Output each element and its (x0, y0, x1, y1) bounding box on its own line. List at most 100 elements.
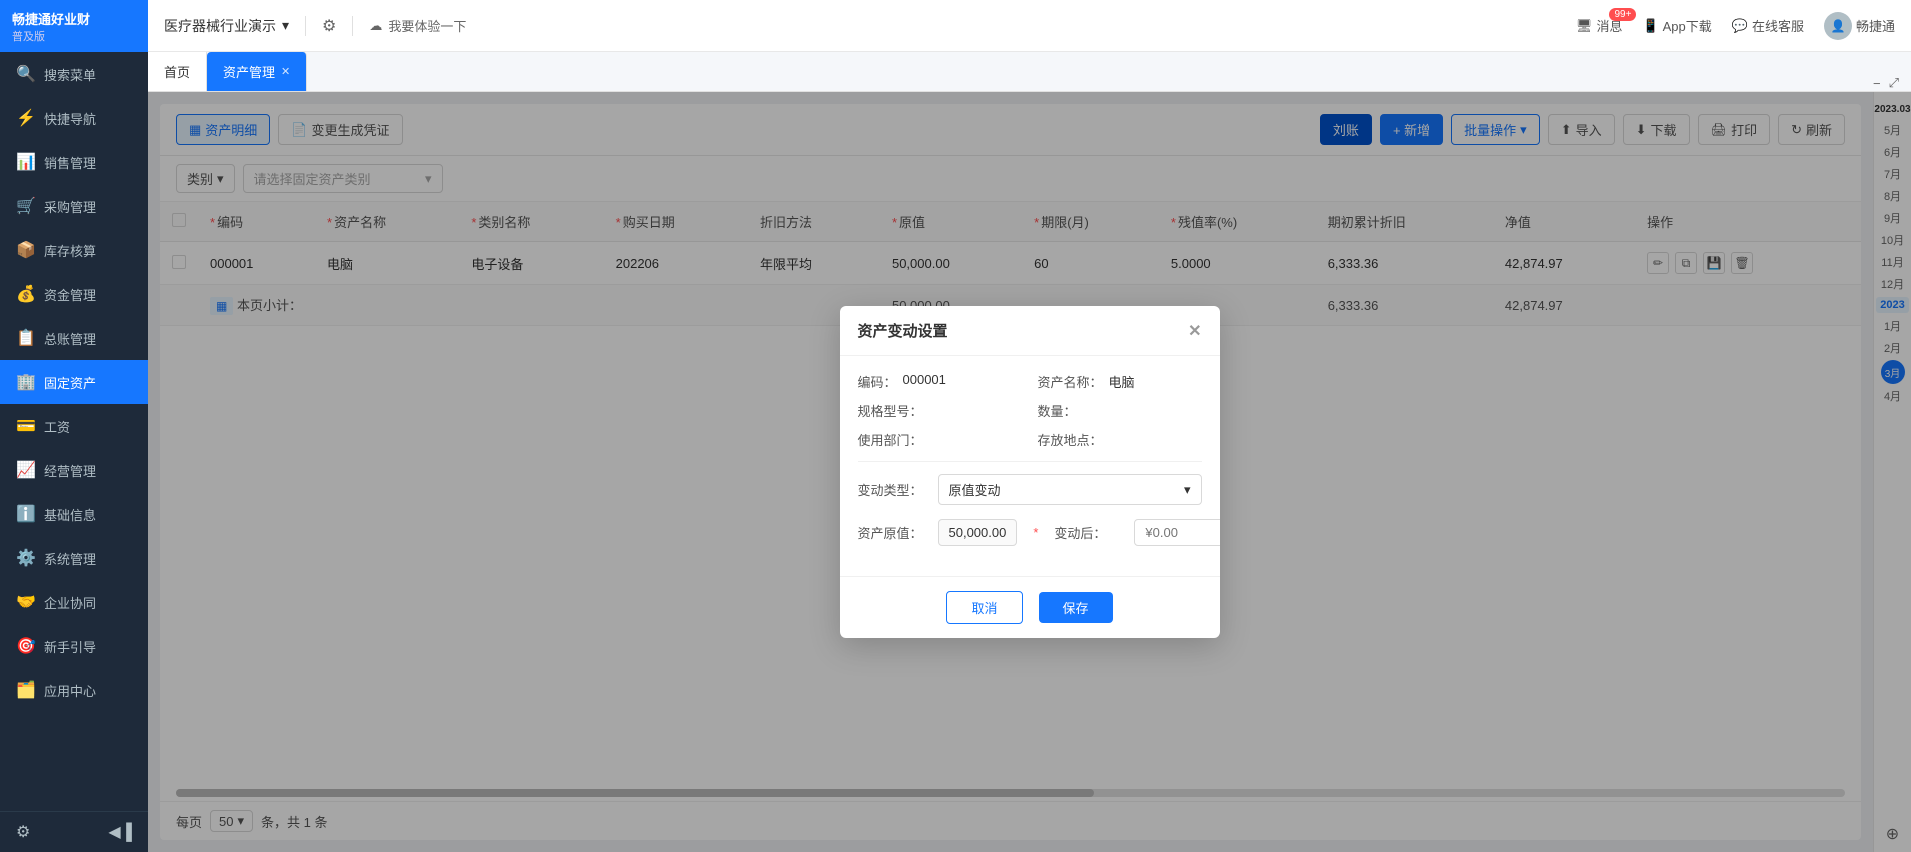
system-icon: ⚙️ (16, 548, 34, 568)
original-value-control: 50,000.00 (938, 519, 1018, 546)
dialog-code: 编码： 000001 (858, 372, 1022, 391)
sidebar-item-sales[interactable]: 📊 销售管理 (0, 140, 148, 184)
dialog-change-type-row: 变动类型： 原值变动 ▾ (858, 474, 1202, 505)
cloud-icon: ☁ (369, 18, 382, 34)
sidebar-item-operations[interactable]: 📈 经营管理 (0, 448, 148, 492)
sidebar-item-collab[interactable]: 🤝 企业协同 (0, 580, 148, 624)
sidebar-item-search[interactable]: 🔍 搜索菜单 (0, 52, 148, 96)
original-value-display: 50,000.00 (938, 519, 1018, 546)
sidebar-item-label: 经营管理 (44, 461, 96, 480)
user-profile[interactable]: 👤 畅捷通 (1824, 12, 1895, 40)
dialog-overlay: 资产变动设置 ✕ 编码： 000001 资产名称： 电脑 (148, 92, 1911, 852)
sidebar-item-label: 工资 (44, 417, 70, 436)
company-name: 医疗器械行业演示 (164, 16, 276, 36)
save-button[interactable]: 保存 (1039, 592, 1113, 623)
sales-icon: 📊 (16, 152, 34, 172)
sidebar-item-app-center[interactable]: 🗂️ 应用中心 (0, 668, 148, 712)
sidebar-item-label: 企业协同 (44, 593, 96, 612)
change-type-control: 原值变动 ▾ (938, 474, 1202, 505)
cancel-button[interactable]: 取消 (946, 591, 1022, 624)
purchase-icon: 🛒 (16, 196, 34, 216)
minimize-icon[interactable]: − (1873, 76, 1881, 91)
after-change-input[interactable] (1134, 519, 1219, 546)
change-type-value: 原值变动 (949, 480, 1001, 499)
tabbar-right: − ⤢ (1861, 75, 1911, 91)
asset-change-dialog: 资产变动设置 ✕ 编码： 000001 资产名称： 电脑 (840, 306, 1220, 638)
dialog-footer: 取消 保存 (840, 576, 1220, 638)
dialog-location: 存放地点： (1038, 430, 1202, 449)
message-btn[interactable]: 🖥 消息 99+ (1576, 16, 1623, 35)
dialog-model: 规格型号： (858, 401, 1022, 420)
sidebar-item-label: 总账管理 (44, 329, 96, 348)
app-title: 畅捷通好业财 (12, 9, 90, 28)
app-center-icon: 🗂️ (16, 680, 34, 700)
inventory-icon: 📦 (16, 240, 34, 260)
dialog-divider (858, 461, 1202, 462)
dialog-original-value-row: 资产原值： 50,000.00 * 变动后： (858, 519, 1202, 546)
sidebar-item-label: 应用中心 (44, 681, 96, 700)
finance-icon: 💰 (16, 284, 34, 304)
app-subtitle: 普及版 (12, 28, 90, 44)
topbar: 医疗器械行业演示 ▾ ⚙ ☁ 我要体验一下 🖥 消息 99+ 📱 App下载 💬… (148, 0, 1911, 52)
sidebar-logo: 畅捷通好业财 普及版 (0, 0, 148, 52)
dialog-dept: 使用部门： (858, 430, 1022, 449)
after-change-label: 变动后： (1054, 523, 1124, 542)
dialog-asset-name-value: 电脑 (1109, 372, 1135, 391)
guide-icon: 🎯 (16, 636, 34, 656)
operations-icon: 📈 (16, 460, 34, 480)
dialog-asset-name: 资产名称： 电脑 (1038, 372, 1202, 391)
service-icon: 💬 (1732, 18, 1748, 34)
sidebar-item-ledger[interactable]: 📋 总账管理 (0, 316, 148, 360)
dialog-close-btn[interactable]: ✕ (1188, 321, 1201, 341)
chevron-down-icon: ▾ (282, 17, 289, 34)
sidebar-bottom: ⚙ ◀▐ (0, 811, 148, 852)
sidebar-item-purchase[interactable]: 🛒 采购管理 (0, 184, 148, 228)
experience-label: 我要体验一下 (388, 16, 466, 35)
sidebar-item-payroll[interactable]: 💳 工资 (0, 404, 148, 448)
tab-home[interactable]: 首页 (148, 52, 207, 91)
page-content: ▦ 资产明细 📄 变更生成凭证 刘账 + 新增 (148, 92, 1911, 852)
sidebar-item-label: 系统管理 (44, 549, 96, 568)
settings-icon[interactable]: ⚙ (16, 822, 30, 842)
company-selector[interactable]: 医疗器械行业演示 ▾ (164, 16, 289, 36)
sidebar-item-finance[interactable]: 💰 资金管理 (0, 272, 148, 316)
tab-asset-management[interactable]: 资产管理 ✕ (207, 52, 307, 91)
sidebar-item-system[interactable]: ⚙️ 系统管理 (0, 536, 148, 580)
message-badge: 99+ (1609, 8, 1636, 21)
main-area: 医疗器械行业演示 ▾ ⚙ ☁ 我要体验一下 🖥 消息 99+ 📱 App下载 💬… (148, 0, 1911, 852)
collab-icon: 🤝 (16, 592, 34, 612)
base-info-icon: ℹ️ (16, 504, 34, 524)
sidebar-item-quick-nav[interactable]: ⚡ 快捷导航 (0, 96, 148, 140)
app-download-label: App下载 (1663, 16, 1712, 35)
sidebar-item-label: 销售管理 (44, 153, 96, 172)
sidebar-item-label: 新手引导 (44, 637, 96, 656)
app-download-icon: 📱 (1642, 18, 1658, 34)
change-type-select[interactable]: 原值变动 ▾ (938, 474, 1202, 505)
sidebar-item-inventory[interactable]: 📦 库存核算 (0, 228, 148, 272)
sidebar-item-label: 搜索菜单 (44, 65, 96, 84)
sidebar-item-fixed-assets[interactable]: 🏢 固定资产 (0, 360, 148, 404)
change-type-label: 变动类型： (858, 480, 928, 499)
chevron-down-icon: ▾ (1184, 482, 1191, 498)
app-download-btn[interactable]: 📱 App下载 (1642, 16, 1711, 35)
sidebar-item-label: 采购管理 (44, 197, 96, 216)
message-icon: 🖥 (1576, 18, 1593, 34)
dialog-header: 资产变动设置 ✕ (840, 306, 1220, 356)
settings-button[interactable]: ⚙ (322, 16, 336, 36)
collapse-icon[interactable]: ◀▐ (108, 822, 132, 842)
dialog-code-value: 000001 (903, 372, 946, 391)
topbar-divider (305, 16, 306, 36)
online-service-btn[interactable]: 💬 在线客服 (1732, 16, 1804, 35)
quick-nav-icon: ⚡ (16, 108, 34, 128)
sidebar-item-label: 快捷导航 (44, 109, 96, 128)
tab-close-icon[interactable]: ✕ (281, 65, 290, 78)
dialog-quantity: 数量： (1038, 401, 1202, 420)
sidebar-item-guide[interactable]: 🎯 新手引导 (0, 624, 148, 668)
ledger-icon: 📋 (16, 328, 34, 348)
expand-icon[interactable]: ⤢ (1889, 75, 1899, 91)
dialog-info-grid: 编码： 000001 资产名称： 电脑 规格型号： 数量： (858, 372, 1202, 449)
sidebar-item-base-info[interactable]: ℹ️ 基础信息 (0, 492, 148, 536)
topbar-right: 🖥 消息 99+ 📱 App下载 💬 在线客服 👤 畅捷通 (1576, 12, 1895, 40)
experience-btn[interactable]: ☁ 我要体验一下 (369, 16, 466, 35)
dialog-body: 编码： 000001 资产名称： 电脑 规格型号： 数量： (840, 356, 1220, 576)
